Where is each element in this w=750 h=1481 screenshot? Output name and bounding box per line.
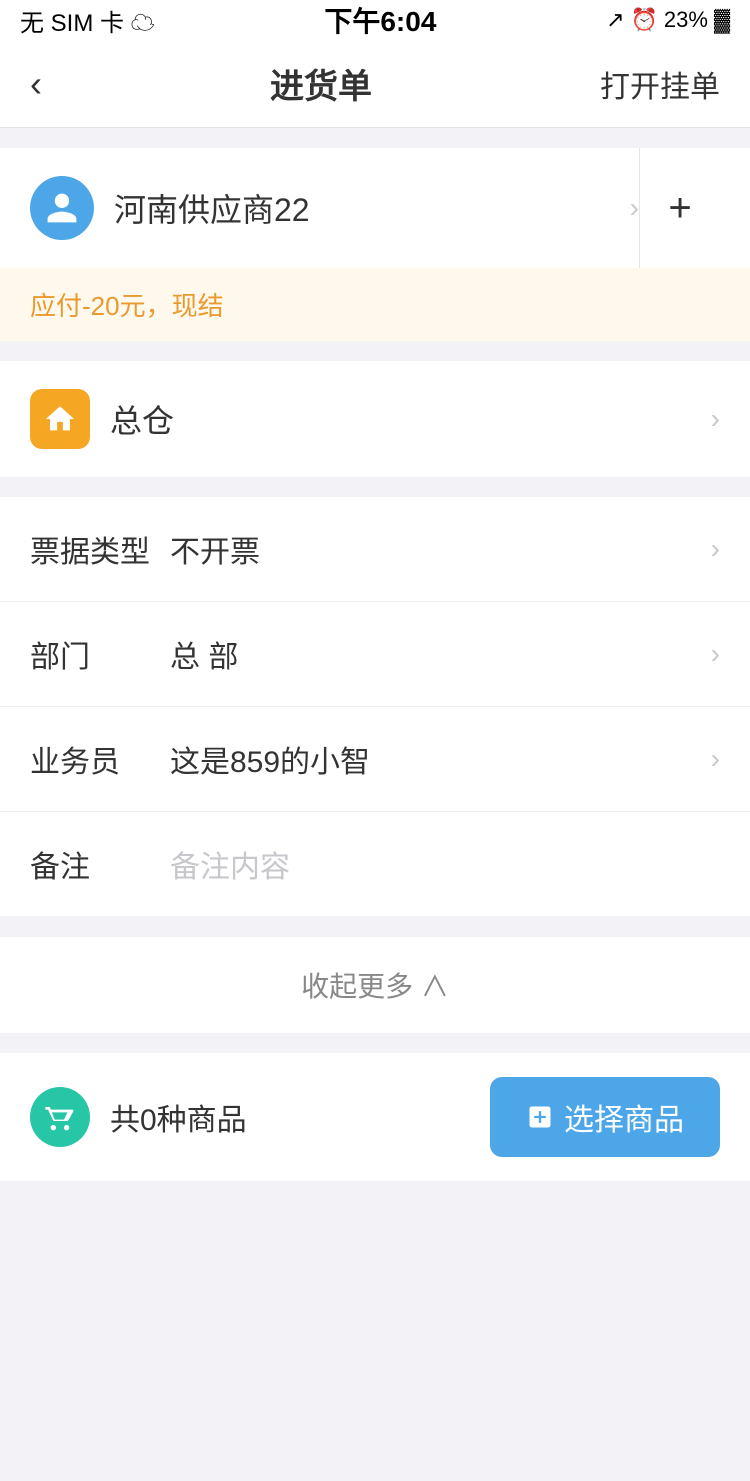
nav-bar: ‹ 进货单 打开挂单 xyxy=(0,40,750,128)
supplier-section: 河南供应商22 › + xyxy=(0,148,750,268)
department-label: 部门 xyxy=(30,632,170,676)
open-pending-button[interactable]: 打开挂单 xyxy=(600,62,720,106)
shopping-bag-icon xyxy=(44,1101,76,1133)
add-supplier-button[interactable]: + xyxy=(640,148,720,268)
chevron-right-icon: › xyxy=(711,743,720,775)
status-right: ↗ ⏰ 23% ▓ xyxy=(606,7,730,33)
status-time: 下午6:04 xyxy=(324,0,436,40)
invoice-type-row[interactable]: 票据类型 不开票 › xyxy=(0,497,750,602)
department-row[interactable]: 部门 总 部 › xyxy=(0,602,750,707)
salesperson-label: 业务员 xyxy=(30,737,170,781)
salesperson-row[interactable]: 业务员 这是859的小智 › xyxy=(0,707,750,812)
location-icon: ↗ xyxy=(606,7,624,33)
remark-row[interactable]: 备注 备注内容 xyxy=(0,812,750,916)
battery-text: 23% xyxy=(664,7,708,33)
invoice-type-value: 不开票 xyxy=(170,527,711,571)
signal-text: 无 SIM 卡 ☁ xyxy=(20,3,155,38)
section-gap-1 xyxy=(0,128,750,148)
department-value: 总 部 xyxy=(170,632,711,676)
alarm-icon: ⏰ xyxy=(631,7,658,33)
battery-icon: ▓ xyxy=(714,7,730,33)
select-product-label: 选择商品 xyxy=(564,1095,684,1139)
invoice-type-label: 票据类型 xyxy=(30,527,170,571)
warehouse-section[interactable]: 总仓 › xyxy=(0,361,750,477)
product-left: 共0种商品 xyxy=(30,1087,247,1147)
supplier-avatar xyxy=(30,176,94,240)
chevron-right-icon: › xyxy=(630,192,639,224)
product-bar: 共0种商品 选择商品 xyxy=(0,1053,750,1181)
warehouse-inner: 总仓 › xyxy=(30,361,720,477)
product-count: 共0种商品 xyxy=(110,1095,247,1139)
status-left: 无 SIM 卡 ☁ xyxy=(20,3,155,38)
back-button[interactable]: ‹ xyxy=(30,63,42,105)
notice-bar: 应付-20元，现结 xyxy=(0,268,750,341)
select-product-button[interactable]: 选择商品 xyxy=(490,1077,720,1157)
remark-input[interactable]: 备注内容 xyxy=(170,842,720,886)
supplier-name: 河南供应商22 xyxy=(114,185,610,231)
form-section: 票据类型 不开票 › 部门 总 部 › 业务员 这是859的小智 › 备注 备注… xyxy=(0,497,750,916)
home-icon xyxy=(43,402,77,436)
chevron-right-icon: › xyxy=(711,533,720,565)
product-icon xyxy=(30,1087,90,1147)
status-bar: 无 SIM 卡 ☁ 下午6:04 ↗ ⏰ 23% ▓ xyxy=(0,0,750,40)
person-icon xyxy=(44,190,80,226)
page-title: 进货单 xyxy=(270,59,372,108)
salesperson-value: 这是859的小智 xyxy=(170,737,711,781)
warehouse-icon xyxy=(30,389,90,449)
supplier-selector[interactable]: 河南供应商22 › xyxy=(30,148,640,268)
chevron-right-icon: › xyxy=(711,638,720,670)
remark-label: 备注 xyxy=(30,842,170,886)
page-background xyxy=(0,1181,750,1481)
chevron-right-icon: › xyxy=(711,403,720,435)
add-product-icon xyxy=(526,1103,554,1131)
warehouse-name: 总仓 xyxy=(110,396,691,442)
section-gap-2 xyxy=(0,341,750,361)
collapse-bar[interactable]: 收起更多 ∧ xyxy=(0,936,750,1033)
